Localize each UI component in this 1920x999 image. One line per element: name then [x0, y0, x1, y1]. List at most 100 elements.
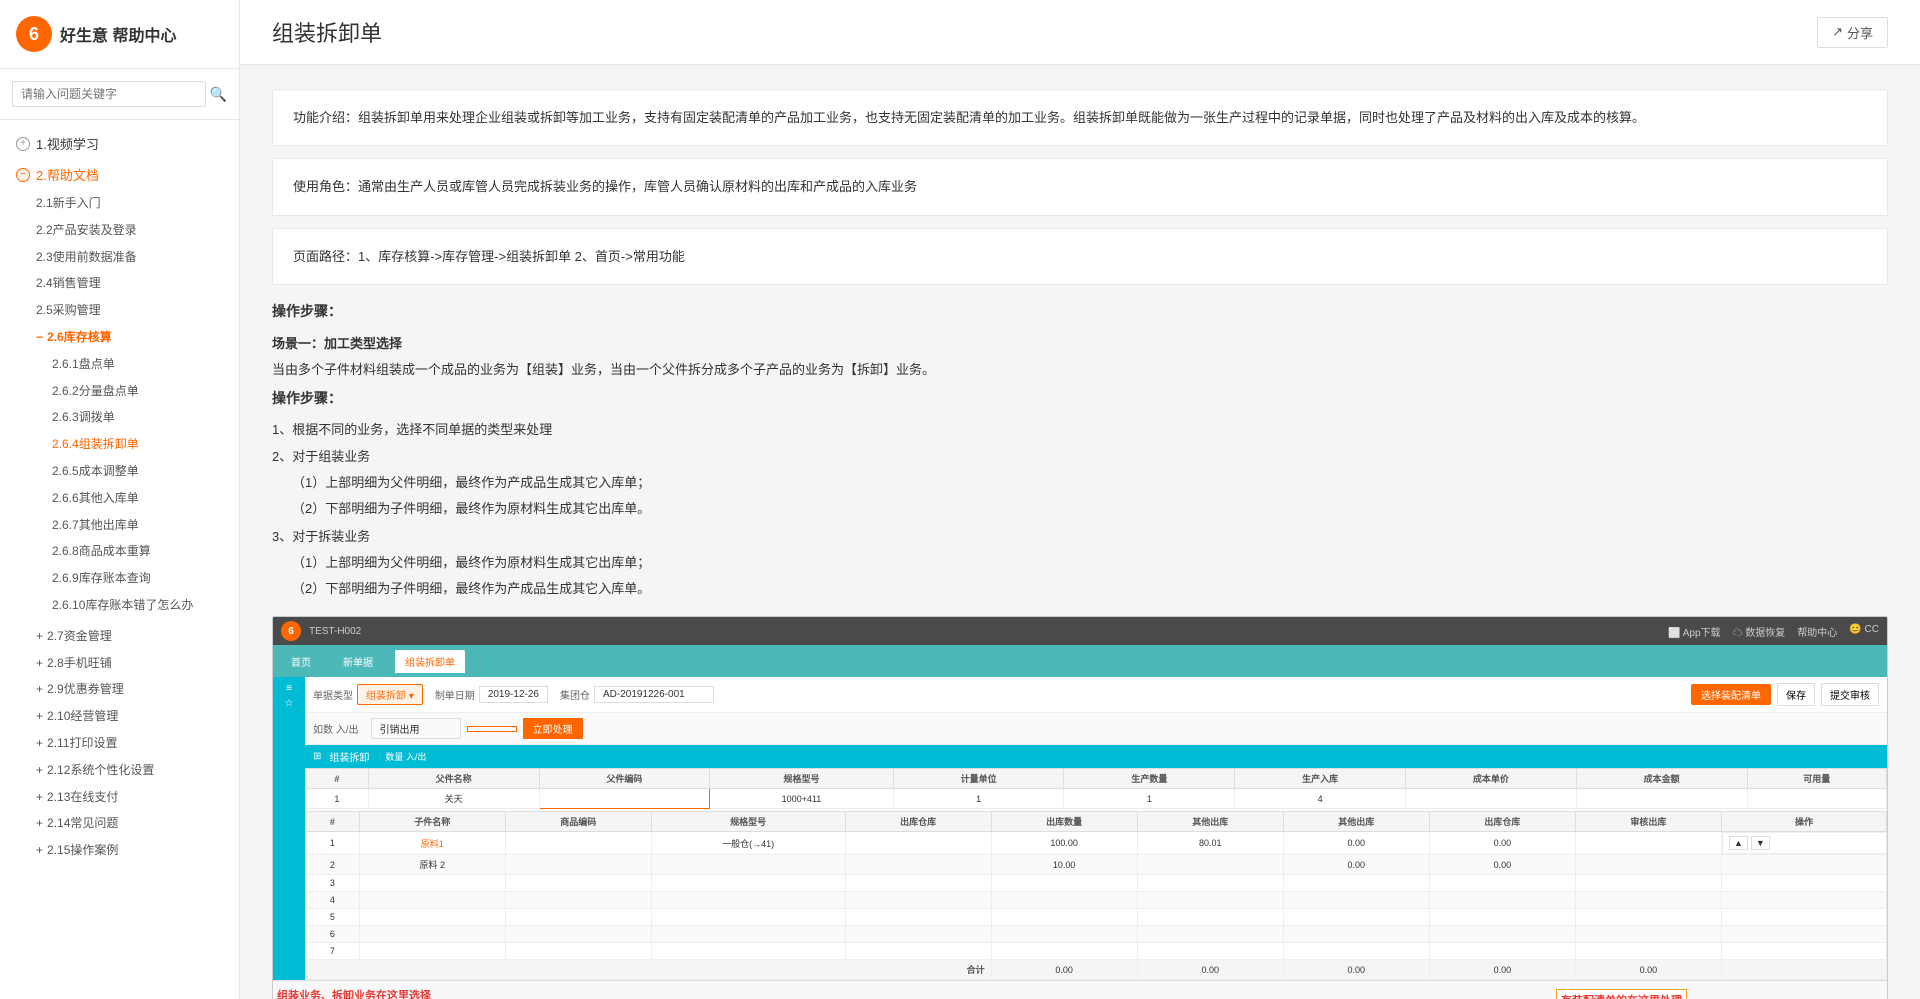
search-button[interactable]: 🔍 — [210, 86, 227, 103]
cell-other1 — [1137, 855, 1283, 875]
sidebar-item-cost-adj[interactable]: 2.6.5成本调整单 — [52, 458, 239, 485]
sidebar-item-transfer[interactable]: 2.6.3调拨单 — [52, 404, 239, 431]
fake-btn-apply[interactable]: 立即处理 — [523, 718, 583, 739]
sidebar-item-other-out[interactable]: 2.6.7其他出库单 — [52, 512, 239, 539]
sidebar-item-capital[interactable]: + 2.7资金管理 — [36, 623, 239, 650]
personalize-expand-icon: + — [36, 762, 43, 779]
fake-table2-body: 1 原料1 一般仓(→41) 100.00 80.01 0.00 — [306, 832, 1887, 960]
footer-val1: 0.00 — [991, 960, 1137, 980]
th2-other-out2: 其他出库 — [1283, 812, 1429, 832]
search-area[interactable]: 🔍 — [0, 69, 239, 120]
fake-type-value[interactable]: 组装拆卸 ▾ — [357, 684, 423, 705]
sidebar-item-stocktake2[interactable]: 2.6.2分量盘点单 — [52, 378, 239, 405]
sidebar-item-cost-recalc[interactable]: 2.6.8商品成本重算 — [52, 538, 239, 565]
fake-table1-container: # 父件名称 父件编码 规格型号 计量单位 生产数量 生产入库 成本单价 — [305, 768, 1887, 809]
fake-btn-submit[interactable]: 提交审核 — [1821, 683, 1879, 706]
sidebar-item-newbie[interactable]: 2.1新手入门 — [36, 190, 239, 217]
table-row: 1 关天 1000+411 1 1 4 — [306, 789, 1887, 809]
th2-num: # — [306, 812, 360, 832]
cell-spec: 1000+411 — [710, 789, 893, 809]
cases-expand-icon: + — [36, 842, 43, 859]
sidebar-item-video[interactable]: + 1.视频学习 — [0, 128, 239, 159]
fake-process-count: 数量 入/出 — [385, 750, 426, 763]
fake-sidebar-icons: ≡ ☆ — [273, 677, 305, 980]
fake-btn-select-bom[interactable]: 选择装配清单 — [1691, 684, 1771, 705]
share-button[interactable]: ↗ 分享 — [1817, 17, 1888, 48]
fake-table2-foot: 合计 0.00 0.00 0.00 0.00 0.00 — [306, 960, 1887, 980]
sidebar-item-faq[interactable]: + 2.14常见问题 — [36, 810, 239, 837]
sidebar-item-inv-err[interactable]: 2.6.10库存账本错了怎么办 — [52, 592, 239, 619]
sidebar-item-docs[interactable]: − 2.帮助文档 — [0, 159, 239, 190]
step3-1: （1）上部明细为父件明细，最终作为原材料生成其它出库单； — [272, 552, 1888, 574]
th-parent-code: 父件编码 — [539, 769, 710, 789]
search-input[interactable] — [12, 81, 206, 107]
sidebar-item-print[interactable]: + 2.11打印设置 — [36, 730, 239, 757]
cell-code — [505, 855, 651, 875]
fake-tab-home[interactable]: 首页 — [281, 650, 321, 673]
cell-other2: 0.00 — [1283, 832, 1429, 855]
sidebar-item-sales[interactable]: 2.4销售管理 — [36, 270, 239, 297]
expand-icon: + — [16, 137, 30, 151]
fake-qty-label: 如数 入/出 — [313, 721, 359, 736]
sidebar-item-data-prep[interactable]: 2.3使用前数据准备 — [36, 244, 239, 271]
fake-qty-highlight[interactable] — [467, 726, 517, 732]
th-prod-qty: 生产数量 — [1064, 769, 1235, 789]
fake-doc-field: 集团仓 AD-20191226-001 — [560, 686, 714, 703]
sidebar-item-payment[interactable]: + 2.13在线支付 — [36, 784, 239, 811]
fake-tab-assembly[interactable]: 组装拆卸单 — [395, 650, 465, 673]
fake-qty-field: 引销出用 立即处理 — [371, 718, 583, 739]
footer-val2: 0.00 — [1137, 960, 1283, 980]
sidebar-item-inventory[interactable]: − 2.6库存核算 — [36, 324, 239, 351]
main-content: 功能介绍：组装拆卸单用来处理企业组装或拆卸等加工业务，支持有固定装配清单的产品加… — [240, 65, 1920, 999]
table-row: 6 — [306, 926, 1887, 943]
fake-date-value[interactable]: 2019-12-26 — [479, 686, 548, 703]
th2-other-out1: 其他出库 — [1137, 812, 1283, 832]
fake-form-row1: 单据类型 组装拆卸 ▾ 制单日期 2019-12-26 集团仓 AD-20191… — [305, 677, 1887, 713]
collapse-icon: − — [16, 168, 30, 182]
sidebar: 6 好生意 帮助中心 🔍 + 1.视频学习 − 2.帮助文档 2.1新手入门 2… — [0, 0, 240, 999]
cell-spec — [651, 855, 845, 875]
annotation-layer: 有装配清单的在这里处理 组装业务、拆卸业务在这里选择 启用处理 无固定清单可在组… — [273, 981, 1887, 999]
footer-val4: 0.00 — [1429, 960, 1575, 980]
cell-ops-btn1[interactable]: ▲ — [1729, 836, 1748, 850]
cell-wh — [845, 832, 991, 855]
sidebar-item-stocktake[interactable]: 2.6.1盘点单 — [52, 351, 239, 378]
ops-expand-icon: + — [36, 708, 43, 725]
cell-cost-amt — [1576, 789, 1747, 809]
th-cost-amt: 成本金额 — [1576, 769, 1747, 789]
footer-val5: 0.00 — [1575, 960, 1721, 980]
fake-qty-value[interactable]: 引销出用 — [371, 718, 461, 739]
sidebar-item-install[interactable]: 2.2产品安装及登录 — [36, 217, 239, 244]
fake-topbar-id: TEST-H002 — [309, 626, 361, 637]
sidebar-item-mobile[interactable]: + 2.8手机旺铺 — [36, 650, 239, 677]
cell-ops[interactable] — [1721, 855, 1886, 875]
sidebar-item-coupon[interactable]: + 2.9优惠券管理 — [36, 676, 239, 703]
fake-btn-save[interactable]: 保存 — [1777, 683, 1815, 706]
cell-ops-btn2[interactable]: ▼ — [1751, 836, 1770, 850]
ops-steps-title: 操作步骤： — [272, 388, 1888, 408]
sidebar-item-purchase[interactable]: 2.5采购管理 — [36, 297, 239, 324]
th-parent-name: 父件名称 — [368, 769, 539, 789]
sidebar-item-assembly[interactable]: 2.6.4组装拆卸单 — [52, 431, 239, 458]
cell-num: 1 — [306, 789, 369, 809]
cell-avail — [1747, 789, 1886, 809]
cell-name: 原料1 — [359, 832, 505, 855]
th-spec: 规格型号 — [710, 769, 893, 789]
fake-date-label: 制单日期 — [435, 687, 475, 702]
sidebar-item-other-in[interactable]: 2.6.6其他入库单 — [52, 485, 239, 512]
fake-form-buttons: 选择装配清单 保存 提交审核 — [1691, 683, 1879, 706]
fake-table2: # 子件名称 商品编码 规格型号 出库仓库 出库数量 其他出库 其他出库 — [305, 811, 1887, 980]
sidebar-item-personalize[interactable]: + 2.12系统个性化设置 — [36, 757, 239, 784]
fake-topbar: 6 TEST-H002 ⬜ App下载 ☁ 数据恢复 帮助中心 😊 CC — [273, 617, 1887, 645]
cell-ops[interactable]: ▲ ▼ — [1722, 832, 1887, 854]
step1: 1、根据不同的业务，选择不同单据的类型来处理 — [272, 418, 1888, 441]
sidebar-item-ops[interactable]: + 2.10经营管理 — [36, 703, 239, 730]
cell-other2: 0.00 — [1283, 855, 1429, 875]
sidebar-item-inv-book[interactable]: 2.6.9库存账本查询 — [52, 565, 239, 592]
fake-table2-container: # 子件名称 商品编码 规格型号 出库仓库 出库数量 其他出库 其他出库 — [305, 811, 1887, 980]
fake-nav: 首页 新单据 组装拆卸单 — [273, 645, 1887, 677]
fake-tab-new[interactable]: 新单据 — [333, 650, 383, 673]
fake-doc-value[interactable]: AD-20191226-001 — [594, 686, 714, 703]
sidebar-item-cases[interactable]: + 2.15操作案例 — [36, 837, 239, 864]
footer-sum-label: 合计 — [306, 960, 992, 980]
